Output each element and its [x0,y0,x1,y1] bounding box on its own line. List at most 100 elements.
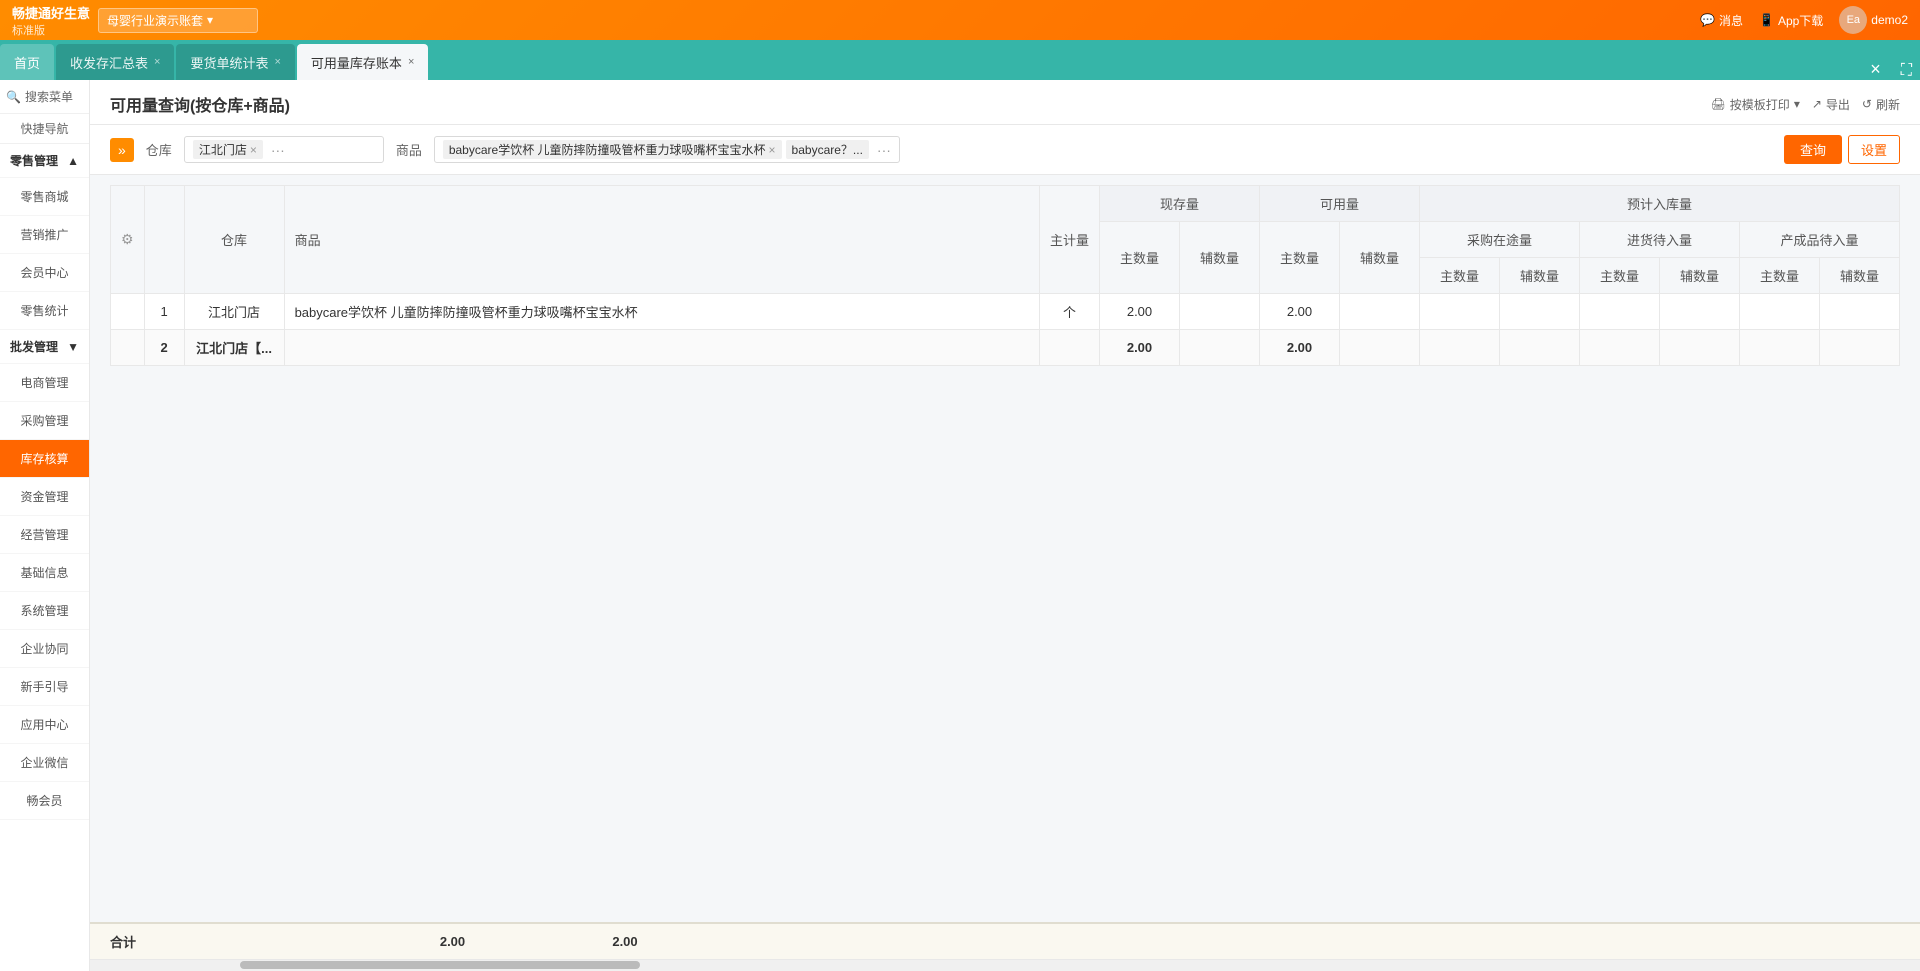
row2-config [111,330,145,366]
col-warehouse-header: 仓库 [184,186,284,294]
remove-product-tag-1[interactable]: × [769,143,776,157]
table-container: ⚙ 仓库 商品 主计量 现存量 可用量 预计入库量 主数量 辅数量 主数量 [90,175,1920,922]
tab-receive-summary[interactable]: 收发存汇总表 × [56,44,174,80]
col-available-main-header: 主数量 [1260,222,1340,294]
sidebar-item-marketing[interactable]: 营销推广 [0,216,89,254]
sidebar-item-member[interactable]: 会员中心 [0,254,89,292]
warehouse-label: 仓库 [146,140,172,159]
col-product-pending-header: 产成品待入量 [1740,222,1900,258]
main-layout: 🔍 搜索菜单 快捷导航 零售管理 ▲ 零售商城 营销推广 会员中心 零售统计 批… [0,80,1920,971]
col-purch-aux: 辅数量 [1500,258,1580,294]
tab-home[interactable]: 首页 [0,44,54,80]
col-goods-main: 主数量 [1580,258,1660,294]
page-actions: 🖨 按模板打印 ▾ ↗ 导出 ↺ 刷新 [1711,96,1900,113]
row1-product: babycare学饮杯 儿童防摔防撞吸管杯重力球吸嘴杯宝宝水杯 [284,294,1039,330]
row2-purch-main [1420,330,1500,366]
col-planned-in-header: 预计入库量 [1420,186,1900,222]
message-btn[interactable]: 💬 消息 [1700,12,1743,29]
row1-goods-aux [1660,294,1740,330]
sidebar-item-enterprise-wechat[interactable]: 企业微信 [0,744,89,782]
phone-icon: 📱 [1759,13,1774,27]
tab-order-stats[interactable]: 要货单统计表 × [176,44,294,80]
industry-selector[interactable]: 母婴行业演示账套 ▾ [98,8,258,33]
col-current-aux-header: 辅数量 [1180,222,1260,294]
sidebar-quick-nav[interactable]: 快捷导航 [0,114,89,144]
chevron-down-icon: ▾ [207,13,213,27]
filter-toggle-btn[interactable]: » [110,138,134,162]
tab-available-stock[interactable]: 可用量库存账本 × [297,44,428,80]
row2-prod-aux [1820,330,1900,366]
top-bar-left: 畅捷通好生意 标准版 母婴行业演示账套 ▾ [12,3,258,38]
col-current-main-header: 主数量 [1100,222,1180,294]
table-config-col: ⚙ [111,186,145,294]
product-tag-2: babycare？... [786,140,869,159]
logo: 畅捷通好生意 标准版 [12,3,90,38]
avatar: Ea [1839,6,1867,34]
refresh-btn[interactable]: ↺ 刷新 [1862,96,1900,113]
sidebar-item-ecommerce[interactable]: 电商管理 [0,364,89,402]
row2-current-aux [1180,330,1260,366]
print-btn[interactable]: 🖨 按模板打印 ▾ [1711,96,1800,113]
row1-available-aux [1340,294,1420,330]
sidebar-item-retail-mgmt[interactable]: 零售管理 ▲ [0,144,89,178]
filter-dots[interactable]: ··· [271,142,285,158]
row1-goods-main [1580,294,1660,330]
footer-current-main: 2.00 [400,934,505,949]
close-all-tabs[interactable]: × [1858,59,1893,80]
row1-seq: 1 [144,294,184,330]
sidebar-item-system[interactable]: 系统管理 [0,592,89,630]
row1-purch-main [1420,294,1500,330]
col-prod-main: 主数量 [1740,258,1820,294]
horizontal-scrollbar[interactable] [90,959,1920,971]
product-filter-dots[interactable]: ··· [877,142,891,158]
sidebar-item-app-center[interactable]: 应用中心 [0,706,89,744]
print-icon: 🖨 [1711,97,1726,111]
query-btn[interactable]: 查询 [1784,135,1842,164]
chevron-down-icon: ▼ [67,340,79,354]
filter-bar: » 仓库 江北门店 × ··· 商品 babycare学饮杯 儿童防摔防撞吸管杯… [90,125,1920,175]
row2-available-main: 2.00 [1260,330,1340,366]
close-tab-receive-summary[interactable]: × [154,56,160,68]
row1-purch-aux [1500,294,1580,330]
sidebar-item-finance[interactable]: 资金管理 [0,478,89,516]
sidebar-item-enterprise[interactable]: 企业协同 [0,630,89,668]
close-tab-available-stock[interactable]: × [408,56,414,68]
scrollbar-thumb[interactable] [240,961,640,969]
col-prod-aux: 辅数量 [1820,258,1900,294]
remove-warehouse-tag[interactable]: × [250,143,257,157]
row2-prod-main [1740,330,1820,366]
app-download-btn[interactable]: 📱 App下载 [1759,12,1823,29]
sidebar-item-retail-stats[interactable]: 零售统计 [0,292,89,330]
sidebar-item-retail-mall[interactable]: 零售商城 [0,178,89,216]
filter-actions: 查询 设置 [1784,135,1900,164]
close-tab-order-stats[interactable]: × [274,56,280,68]
product-label: 商品 [396,140,422,159]
data-table: ⚙ 仓库 商品 主计量 现存量 可用量 预计入库量 主数量 辅数量 主数量 [110,185,1900,366]
sidebar-item-inventory[interactable]: 库存核算 [0,440,89,478]
col-available-aux-header: 辅数量 [1340,222,1420,294]
search-icon: 🔍 [6,90,21,104]
sidebar-item-wholesale[interactable]: 批发管理 ▼ [0,330,89,364]
warehouse-tag-1: 江北门店 × [193,140,263,159]
sidebar-item-vip[interactable]: 畅会员 [0,782,89,820]
top-bar: 畅捷通好生意 标准版 母婴行业演示账套 ▾ 💬 消息 📱 App下载 Ea de… [0,0,1920,40]
warehouse-filter[interactable]: 江北门店 × ··· [184,136,384,163]
sidebar-item-purchase[interactable]: 采购管理 [0,402,89,440]
user-menu[interactable]: Ea demo2 [1839,6,1908,34]
sidebar-item-new-guide[interactable]: 新手引导 [0,668,89,706]
settings-btn[interactable]: 设置 [1848,135,1900,164]
sidebar-item-basic-info[interactable]: 基础信息 [0,554,89,592]
row2-warehouse: 江北门店【... [184,330,284,366]
export-icon: ↗ [1812,97,1822,111]
expand-icon[interactable]: ⛶ [1893,62,1920,80]
row1-prod-main [1740,294,1820,330]
col-goods-pending-header: 进货待入量 [1580,222,1740,258]
product-filter[interactable]: babycare学饮杯 儿童防摔防撞吸管杯重力球吸嘴杯宝宝水杯 × babyca… [434,136,900,163]
sidebar-search[interactable]: 🔍 搜索菜单 [0,80,89,114]
export-btn[interactable]: ↗ 导出 [1812,96,1850,113]
table-settings-icon[interactable]: ⚙ [121,231,134,247]
row2-purch-aux [1500,330,1580,366]
row1-config [111,294,145,330]
print-chevron: ▾ [1794,97,1800,111]
sidebar-item-operation[interactable]: 经营管理 [0,516,89,554]
